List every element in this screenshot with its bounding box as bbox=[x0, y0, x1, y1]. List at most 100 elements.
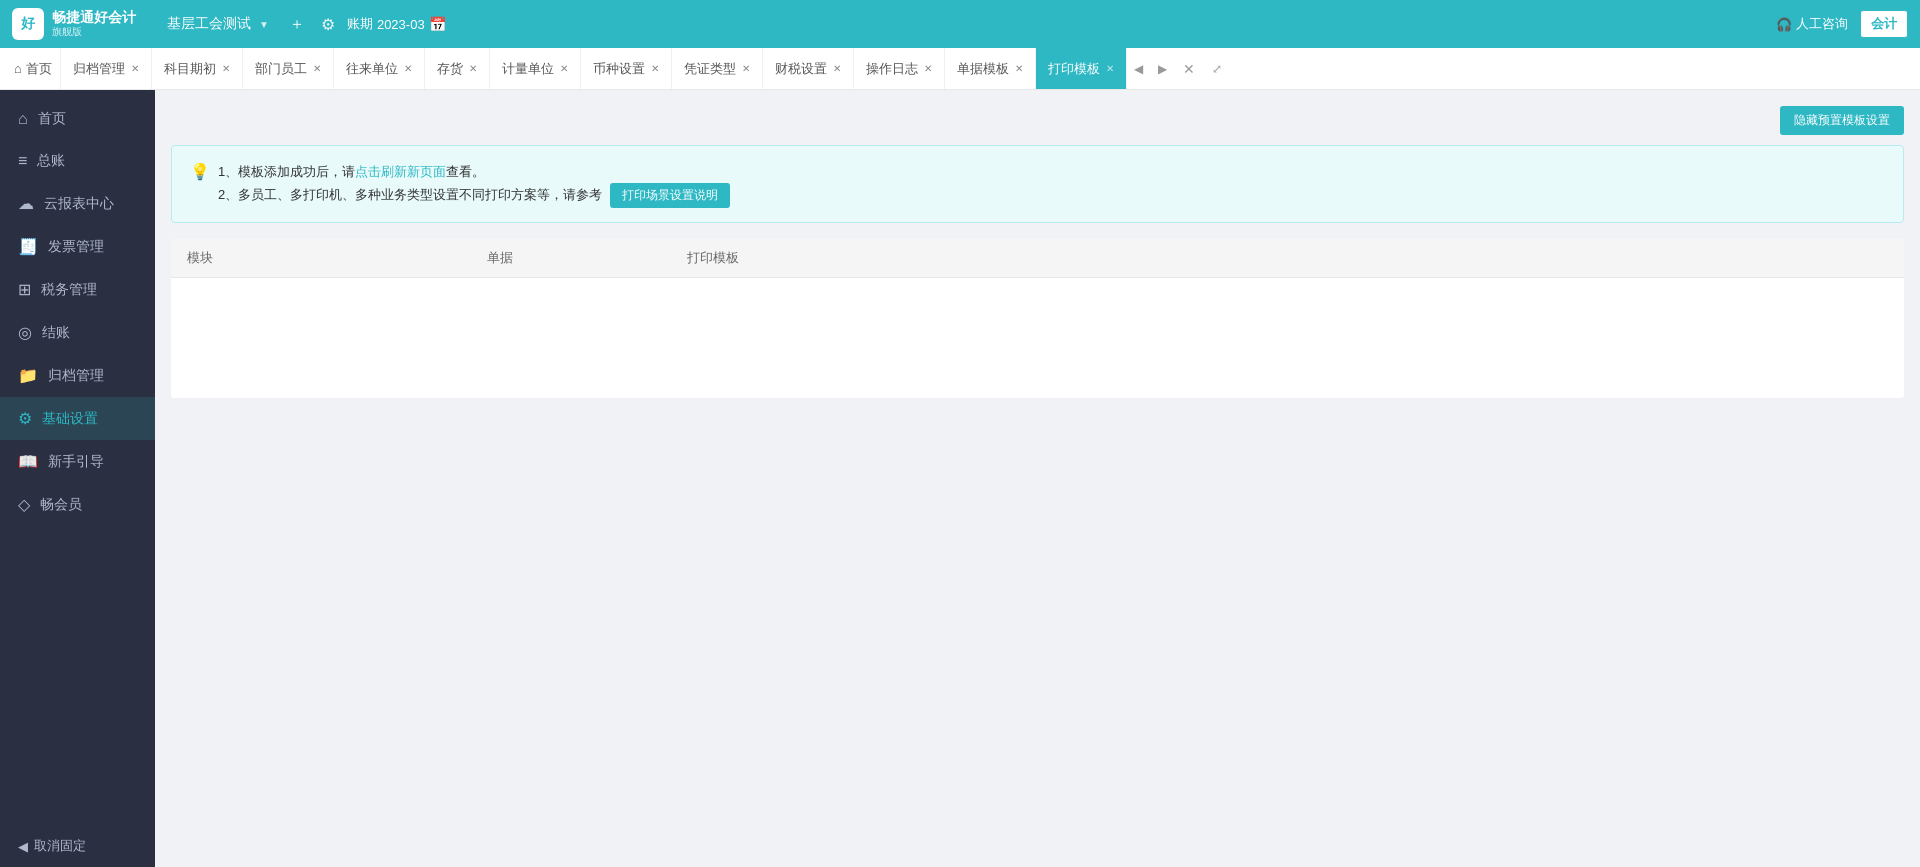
sidebar-item-settings[interactable]: ⚙ 基础设置 bbox=[0, 397, 155, 440]
member-icon: ◇ bbox=[18, 495, 30, 514]
sidebar: ⌂ 首页 ≡ 总账 ☁ 云报表中心 🧾 发票管理 ⊞ 税务管理 ◎ 结账 📁 归… bbox=[0, 90, 155, 867]
bulb-icon: 💡 bbox=[190, 162, 210, 181]
notice-row: 💡 1、模板添加成功后，请点击刷新新页面查看。 2、多员工、多打印机、多种业务类… bbox=[190, 160, 1885, 208]
hide-template-button[interactable]: 隐藏预置模板设置 bbox=[1780, 106, 1904, 135]
close-icon[interactable]: ✕ bbox=[833, 63, 841, 74]
notice-line1: 1、模板添加成功后，请点击刷新新页面查看。 bbox=[218, 160, 730, 183]
period-info: 账期 2023-03 📅 bbox=[347, 15, 446, 33]
sidebar-label-guide: 新手引导 bbox=[48, 453, 104, 471]
close-icon[interactable]: ✕ bbox=[469, 63, 477, 74]
top-header: 好 畅捷通好会计 旗舰版 基层工会测试 ▼ ＋ ⚙ 账期 2023-03 📅 🎧… bbox=[0, 0, 1920, 48]
sidebar-item-member[interactable]: ◇ 畅会员 bbox=[0, 483, 155, 526]
tab-single-template[interactable]: 单据模板 ✕ bbox=[945, 48, 1036, 89]
archive-icon: 📁 bbox=[18, 366, 38, 385]
col-header-order: 单据 bbox=[487, 249, 687, 267]
refresh-link[interactable]: 点击刷新新页面 bbox=[355, 164, 446, 179]
main-layout: ⌂ 首页 ≡ 总账 ☁ 云报表中心 🧾 发票管理 ⊞ 税务管理 ◎ 结账 📁 归… bbox=[0, 90, 1920, 867]
home-icon: ⌂ bbox=[14, 61, 22, 76]
header-right: 🎧 人工咨询 会计 bbox=[1776, 10, 1908, 38]
notice-line1-suffix: 查看。 bbox=[446, 164, 485, 179]
tab-archives-label: 归档管理 bbox=[73, 60, 125, 78]
logo-subtitle: 旗舰版 bbox=[52, 25, 136, 39]
action-row: 隐藏预置模板设置 bbox=[171, 106, 1904, 135]
unpin-button[interactable]: ◀ 取消固定 bbox=[0, 825, 155, 867]
sidebar-item-home[interactable]: ⌂ 首页 bbox=[0, 98, 155, 140]
notice-line2: 2、多员工、多打印机、多种业务类型设置不同打印方案等，请参考 打印场景设置说明 bbox=[218, 183, 730, 208]
headset-icon: 🎧 bbox=[1776, 17, 1792, 32]
col-header-module: 模块 bbox=[187, 249, 487, 267]
tax-icon: ⊞ bbox=[18, 280, 31, 299]
close-icon[interactable]: ✕ bbox=[651, 63, 659, 74]
sidebar-item-archive[interactable]: 📁 归档管理 bbox=[0, 354, 155, 397]
close-icon[interactable]: ✕ bbox=[131, 63, 139, 74]
sidebar-item-tax[interactable]: ⊞ 税务管理 bbox=[0, 268, 155, 311]
tab-print-template[interactable]: 打印模板 ✕ bbox=[1036, 48, 1127, 89]
sidebar-item-ledger[interactable]: ≡ 总账 bbox=[0, 140, 155, 182]
tab-unit[interactable]: 计量单位 ✕ bbox=[490, 48, 581, 89]
tab-subject[interactable]: 科目期初 ✕ bbox=[152, 48, 243, 89]
sidebar-item-guide[interactable]: 📖 新手引导 bbox=[0, 440, 155, 483]
tab-dept-label: 部门员工 bbox=[255, 60, 307, 78]
sidebar-label-tax: 税务管理 bbox=[41, 281, 97, 299]
service-button[interactable]: 🎧 人工咨询 bbox=[1776, 15, 1848, 33]
close-icon[interactable]: ✕ bbox=[1015, 63, 1023, 74]
data-table: 模块 单据 打印模板 bbox=[171, 239, 1904, 398]
logo-icon: 好 bbox=[12, 8, 44, 40]
sidebar-label-settings: 基础设置 bbox=[42, 410, 98, 428]
home-icon: ⌂ bbox=[18, 110, 28, 128]
calendar-icon[interactable]: 📅 bbox=[429, 16, 446, 32]
tab-dept[interactable]: 部门员工 ✕ bbox=[243, 48, 334, 89]
sidebar-label-ledger: 总账 bbox=[37, 152, 65, 170]
cloud-icon: ☁ bbox=[18, 194, 34, 213]
tab-operation-label: 操作日志 bbox=[866, 60, 918, 78]
print-scene-button[interactable]: 打印场景设置说明 bbox=[610, 183, 730, 208]
tab-single-label: 单据模板 bbox=[957, 60, 1009, 78]
tab-voucher-label: 凭证类型 bbox=[684, 60, 736, 78]
period-value: 2023-03 bbox=[377, 17, 425, 32]
close-icon[interactable]: ✕ bbox=[222, 63, 230, 74]
tab-prev-button[interactable]: ◀ bbox=[1127, 48, 1151, 89]
close-icon[interactable]: ✕ bbox=[742, 63, 750, 74]
sidebar-label-settle: 结账 bbox=[42, 324, 70, 342]
table-body bbox=[171, 278, 1904, 398]
sidebar-item-invoice[interactable]: 🧾 发票管理 bbox=[0, 225, 155, 268]
sidebar-item-settle[interactable]: ◎ 结账 bbox=[0, 311, 155, 354]
tab-print-label: 打印模板 bbox=[1048, 60, 1100, 78]
tab-currency-label: 币种设置 bbox=[593, 60, 645, 78]
header-actions: ＋ ⚙ bbox=[285, 10, 339, 39]
arrow-left-icon: ◀ bbox=[18, 839, 28, 854]
add-tab-button[interactable]: ＋ bbox=[285, 10, 309, 39]
invoice-icon: 🧾 bbox=[18, 237, 38, 256]
tab-next-button[interactable]: ▶ bbox=[1151, 48, 1175, 89]
close-icon[interactable]: ✕ bbox=[313, 63, 321, 74]
tab-bar: ⌂ 首页 归档管理 ✕ 科目期初 ✕ 部门员工 ✕ 往来单位 ✕ 存货 ✕ 计量… bbox=[0, 48, 1920, 90]
tab-operation-log[interactable]: 操作日志 ✕ bbox=[854, 48, 945, 89]
sidebar-item-report[interactable]: ☁ 云报表中心 bbox=[0, 182, 155, 225]
tab-currency[interactable]: 币种设置 ✕ bbox=[581, 48, 672, 89]
company-name[interactable]: 基层工会测试 ▼ bbox=[167, 15, 269, 33]
close-icon[interactable]: ✕ bbox=[924, 63, 932, 74]
ledger-icon: ≡ bbox=[18, 152, 27, 170]
tab-expand-button[interactable]: ⤢ bbox=[1203, 48, 1231, 89]
tab-supplier[interactable]: 往来单位 ✕ bbox=[334, 48, 425, 89]
tab-close-all-button[interactable]: ✕ bbox=[1175, 48, 1203, 89]
tab-voucher-type[interactable]: 凭证类型 ✕ bbox=[672, 48, 763, 89]
tab-unit-label: 计量单位 bbox=[502, 60, 554, 78]
tab-home[interactable]: ⌂ 首页 bbox=[0, 48, 61, 89]
tab-archives[interactable]: 归档管理 ✕ bbox=[61, 48, 152, 89]
notice-content: 1、模板添加成功后，请点击刷新新页面查看。 2、多员工、多打印机、多种业务类型设… bbox=[218, 160, 730, 208]
settings-icon[interactable]: ⚙ bbox=[317, 11, 339, 38]
content-area: 隐藏预置模板设置 💡 1、模板添加成功后，请点击刷新新页面查看。 2、多员工、多… bbox=[155, 90, 1920, 867]
sidebar-label-home: 首页 bbox=[38, 110, 66, 128]
logo-text-group: 畅捷通好会计 旗舰版 bbox=[52, 9, 136, 40]
close-icon[interactable]: ✕ bbox=[1106, 63, 1114, 74]
kuaiji-button[interactable]: 会计 bbox=[1860, 10, 1908, 38]
tab-tax-setting[interactable]: 财税设置 ✕ bbox=[763, 48, 854, 89]
tab-home-label: 首页 bbox=[26, 60, 52, 78]
logo-title: 畅捷通好会计 bbox=[52, 9, 136, 26]
period-label: 账期 bbox=[347, 15, 373, 33]
close-icon[interactable]: ✕ bbox=[560, 63, 568, 74]
close-icon[interactable]: ✕ bbox=[404, 63, 412, 74]
notice-line1-prefix: 1、模板添加成功后，请 bbox=[218, 164, 355, 179]
tab-inventory[interactable]: 存货 ✕ bbox=[425, 48, 490, 89]
